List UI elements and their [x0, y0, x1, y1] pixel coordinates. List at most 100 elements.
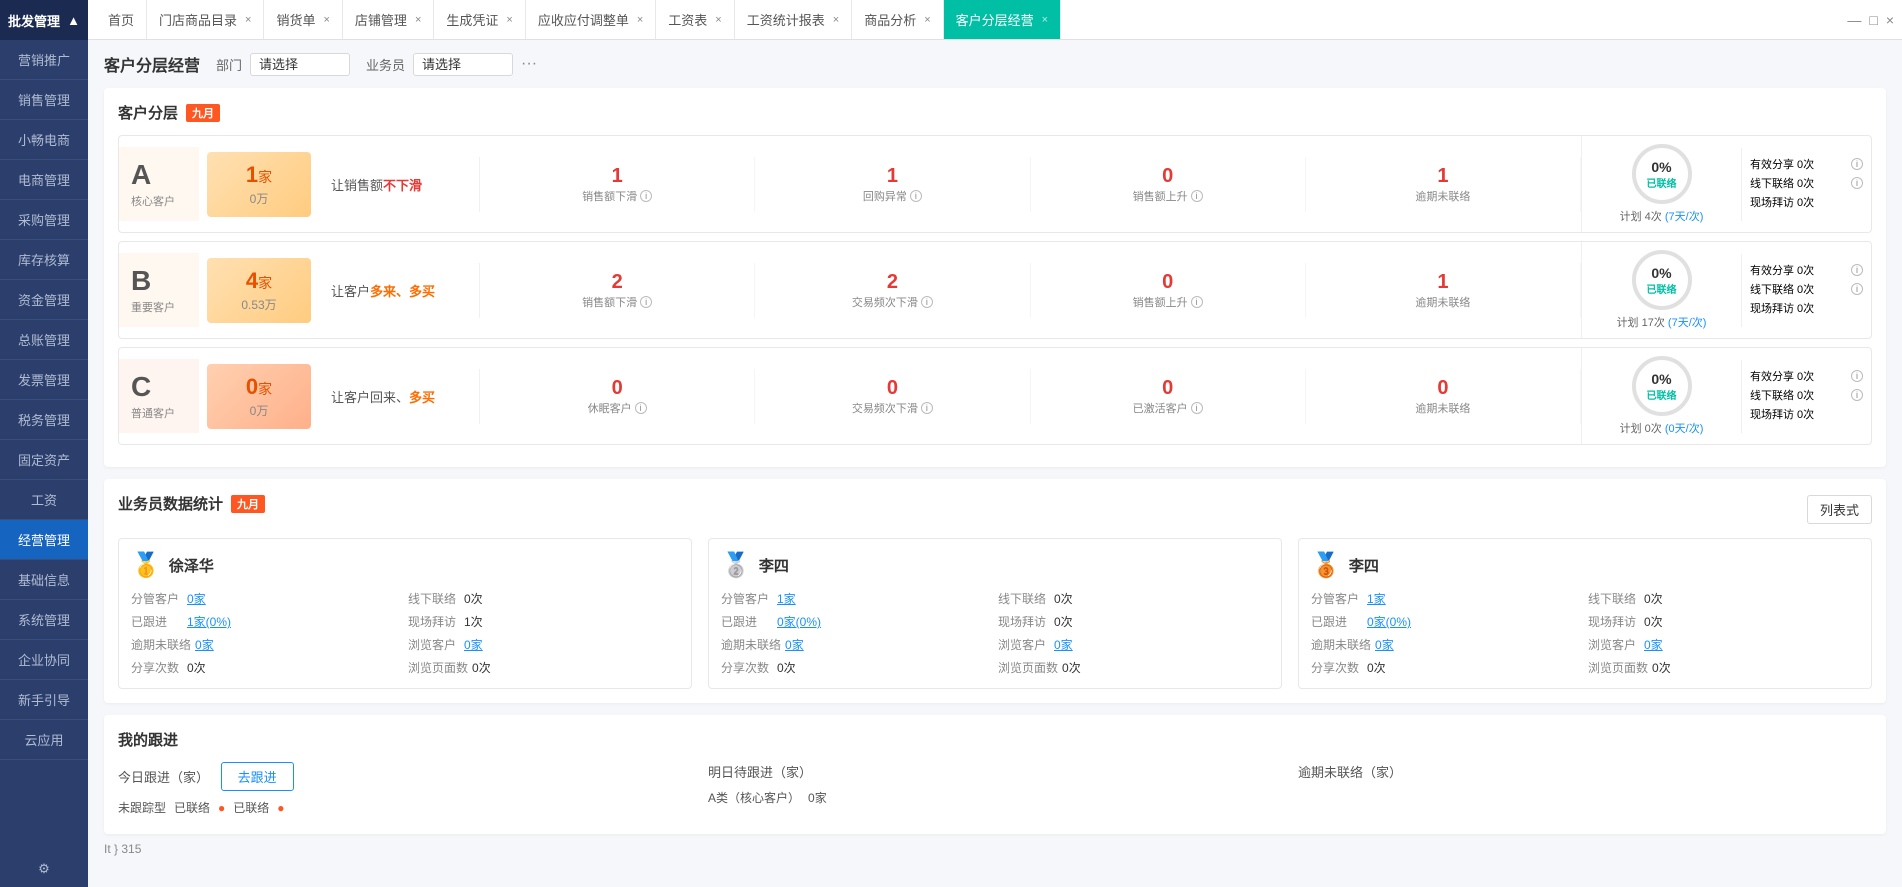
staff-stats-grid-2: 分管客户 1家 线下联络 0次 已跟进 0家(0%) 现场拜访 — [1311, 590, 1859, 676]
sidebar-item-guide[interactable]: 新手引导 — [0, 680, 88, 720]
sidebar-item-sales[interactable]: 销售管理 — [0, 80, 88, 120]
tier-c-suggestion: 让客户回来、多买 — [319, 387, 479, 406]
staff-stat-item: 分享次数 0次 — [1311, 659, 1582, 676]
close-icon[interactable]: × — [506, 14, 512, 26]
close-icon[interactable]: × — [245, 14, 251, 26]
close-icon[interactable]: × — [924, 14, 930, 26]
dept-select[interactable]: 请选择 — [250, 53, 350, 76]
sidebar-item-ecommerce[interactable]: 电商管理 — [0, 160, 88, 200]
close-icon[interactable]: × — [715, 14, 721, 26]
followup-sub-row-2: A类（核心客户） 0家 — [708, 789, 1282, 806]
staff-stat-val[interactable]: 0家 — [187, 590, 206, 607]
info-icon[interactable]: i — [910, 190, 922, 202]
staff-cards: 🥇 徐泽华 分管客户 0家 线下联络 0次 已跟进 — [118, 538, 1872, 689]
close-icon[interactable]: × — [833, 14, 839, 26]
tab-home[interactable]: 首页 — [96, 0, 147, 40]
sidebar-item-management[interactable]: 经营管理 — [0, 520, 88, 560]
info-icon[interactable]: i — [921, 296, 933, 308]
staff-stat-val[interactable]: 1家 — [1367, 590, 1386, 607]
window-maximize-icon[interactable]: □ — [1869, 12, 1877, 28]
tab-customer-tier[interactable]: 客户分层经营 × — [944, 0, 1061, 40]
info-icon[interactable]: i — [640, 190, 652, 202]
info-icon[interactable]: i — [1191, 402, 1203, 414]
tab-store-products[interactable]: 门店商品目录 × — [147, 0, 264, 40]
staff-stat-val[interactable]: 0家(0%) — [777, 613, 821, 630]
staff-stat-item: 分享次数 0次 — [131, 659, 402, 676]
tab-payroll[interactable]: 工资表 × — [656, 0, 734, 40]
dept-label: 部门 — [216, 55, 242, 74]
info-icon[interactable]: i — [640, 296, 652, 308]
staff-stat-val[interactable]: 0家 — [195, 636, 214, 653]
close-icon[interactable]: × — [1042, 14, 1048, 26]
window-minimize-icon[interactable]: — — [1847, 12, 1861, 28]
sidebar-header[interactable]: 批发管理 ▲ — [0, 0, 88, 40]
staff-stat-val[interactable]: 1家 — [777, 590, 796, 607]
page-header: 客户分层经营 部门 请选择 业务员 请选择 ··· — [104, 52, 1886, 76]
sidebar-item-purchase[interactable]: 采购管理 — [0, 200, 88, 240]
staff-stat-item: 浏览客户 0家 — [408, 636, 679, 653]
tabbar-actions: — □ × — [1847, 12, 1894, 28]
sidebar-item-tax[interactable]: 税务管理 — [0, 400, 88, 440]
tab-ar-ap[interactable]: 应收应付调整单 × — [526, 0, 656, 40]
sidebar-collapse-icon[interactable]: ▲ — [67, 13, 80, 28]
tab-store-mgmt[interactable]: 店铺管理 × — [343, 0, 434, 40]
info-icon[interactable]: i — [1851, 264, 1863, 276]
tab-payroll-report[interactable]: 工资统计报表 × — [735, 0, 852, 40]
info-icon[interactable]: i — [1851, 283, 1863, 295]
sidebar-item-marketing[interactable]: 营销推广 — [0, 40, 88, 80]
staff-stat-item: 线下联络 0次 — [408, 590, 679, 607]
sidebar-item-assets[interactable]: 固定资产 — [0, 440, 88, 480]
tab-voucher[interactable]: 生成凭证 × — [434, 0, 525, 40]
staff-stat-item: 现场拜访 1次 — [408, 613, 679, 630]
sidebar-item-salary[interactable]: 工资 — [0, 480, 88, 520]
list-view-button[interactable]: 列表式 — [1807, 495, 1872, 524]
info-icon[interactable]: i — [1851, 158, 1863, 170]
contact-plan-link[interactable]: (7天/次) — [1665, 211, 1704, 223]
go-followup-button[interactable]: 去跟进 — [221, 762, 294, 791]
staff-stat-val[interactable]: 0家 — [785, 636, 804, 653]
followup-overdue-label: 逾期未联络（家） — [1298, 762, 1872, 781]
sidebar-item-basic[interactable]: 基础信息 — [0, 560, 88, 600]
tier-row-c: C 普通客户 0家 0万 让客户回来、多买 0 休眠客户 i — [118, 347, 1872, 445]
sidebar-item-cloud[interactable]: 云应用 — [0, 720, 88, 760]
staff-stat-item: 逾期未联络 0家 — [721, 636, 992, 653]
sidebar-item-finance[interactable]: 资金管理 — [0, 280, 88, 320]
contact-plan-link[interactable]: (7天/次) — [1668, 317, 1707, 329]
close-icon[interactable]: × — [637, 14, 643, 26]
gear-icon: ⚙ — [38, 861, 50, 876]
more-filter-icon[interactable]: ··· — [521, 55, 537, 73]
staff-stat-val[interactable]: 0家(0%) — [1367, 613, 1411, 630]
info-icon[interactable]: i — [635, 402, 647, 414]
staff-stat-val[interactable]: 0家 — [1375, 636, 1394, 653]
info-icon[interactable]: i — [1851, 177, 1863, 189]
info-icon[interactable]: i — [1851, 389, 1863, 401]
staff-icon-bronze: 🥉 — [1311, 551, 1341, 580]
sidebar-item-inventory[interactable]: 库存核算 — [0, 240, 88, 280]
staff-stat-item: 逾期未联络 0家 — [131, 636, 402, 653]
close-icon[interactable]: × — [323, 14, 329, 26]
staff-stat-item: 分管客户 0家 — [131, 590, 402, 607]
contact-plan-link[interactable]: (0天/次) — [1665, 423, 1704, 435]
staff-stat-val[interactable]: 0家 — [464, 636, 483, 653]
sidebar-item-ecommerce-small[interactable]: 小畅电商 — [0, 120, 88, 160]
staff-stat-val[interactable]: 0家 — [1644, 636, 1663, 653]
staff-stat-item: 浏览页面数 0次 — [998, 659, 1269, 676]
window-close-icon[interactable]: × — [1886, 12, 1894, 28]
sidebar-item-enterprise[interactable]: 企业协同 — [0, 640, 88, 680]
sidebar-item-system[interactable]: 系统管理 — [0, 600, 88, 640]
tab-product-analysis[interactable]: 商品分析 × — [852, 0, 943, 40]
tab-sales-order[interactable]: 销货单 × — [264, 0, 342, 40]
info-icon[interactable]: i — [1191, 296, 1203, 308]
tier-b-suggestion: 让客户多来、多买 — [319, 281, 479, 300]
info-icon[interactable]: i — [1191, 190, 1203, 202]
staff-stat-val[interactable]: 1家(0%) — [187, 613, 231, 630]
close-icon[interactable]: × — [415, 14, 421, 26]
sidebar-item-ledger[interactable]: 总账管理 — [0, 320, 88, 360]
sidebar-footer-settings[interactable]: ⚙ — [0, 851, 88, 887]
staff-stat-val[interactable]: 0家 — [1054, 636, 1073, 653]
info-icon[interactable]: i — [1851, 370, 1863, 382]
staff-card-2: 🥉 李四 分管客户 1家 线下联络 0次 已跟进 — [1298, 538, 1872, 689]
salesperson-select[interactable]: 请选择 — [413, 53, 513, 76]
sidebar-item-invoice[interactable]: 发票管理 — [0, 360, 88, 400]
info-icon[interactable]: i — [921, 402, 933, 414]
